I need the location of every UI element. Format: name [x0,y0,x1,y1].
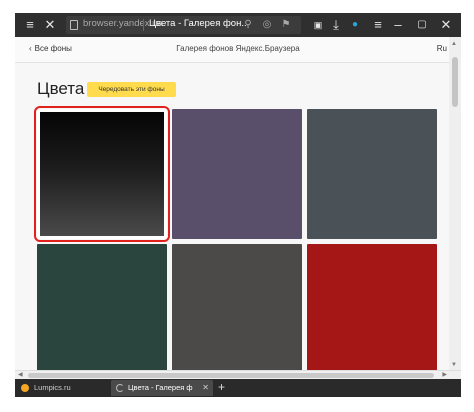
address-separator [143,19,144,31]
settings-menu-icon[interactable]: ≡ [369,16,387,34]
scroll-left-icon[interactable]: ◀ [18,371,23,378]
tab-label: Lumpics.ru [34,383,71,392]
color-tile[interactable] [37,244,167,374]
lumpics-favicon-icon [21,384,29,392]
new-tab-button[interactable]: + [218,379,225,396]
vertical-scrollbar[interactable]: ▲ ▼ [449,37,461,370]
horizontal-scroll-thumb[interactable] [28,373,434,378]
language-switch[interactable]: Ru [437,44,447,53]
menu-icon[interactable]: ≡ [21,16,39,34]
vertical-scroll-thumb[interactable] [452,57,458,107]
color-tile[interactable] [172,244,302,374]
color-tile[interactable] [172,109,302,239]
color-tile[interactable] [307,244,437,374]
scroll-down-icon[interactable]: ▼ [451,362,457,368]
minimize-icon[interactable]: – [389,16,407,34]
browser-window: ≡ ✕ browser.yandex.ua Цвета - Галерея фо… [15,13,461,397]
address-bar[interactable]: browser.yandex.ua Цвета - Галерея фон...… [66,16,301,34]
search-icon[interactable]: ⚲ [242,18,254,32]
loading-spinner-icon [116,384,124,392]
close-icon[interactable]: ✕ [437,16,455,34]
close-tab-icon[interactable]: ✕ [202,383,209,392]
color-tile[interactable] [307,109,437,239]
bookmark-icon[interactable]: ⚑ [280,18,292,32]
address-page-title: Цвета - Галерея фон... [149,18,250,29]
download-icon[interactable]: ⤓ [327,16,345,34]
scroll-up-icon[interactable]: ▲ [451,41,457,47]
page-content: ‹ Все фоны Галерея фонов Яндекс.Браузера … [15,37,461,383]
section-title: Цвета [37,79,85,98]
gallery-header: ‹ Все фоны Галерея фонов Яндекс.Браузера … [15,37,461,63]
alternate-backgrounds-button[interactable]: Чередовать эти фоны [87,82,176,97]
reader-icon[interactable]: ▣ [309,16,327,34]
tab-lumpics[interactable]: Lumpics.ru [18,380,110,396]
tab-bar: Lumpics.ru Цвета - Галерея ф ✕ + [15,379,461,397]
color-tile-selected[interactable] [34,106,170,242]
maximize-icon[interactable]: ▢ [413,16,431,34]
lock-icon [70,20,78,30]
gallery-title: Галерея фонов Яндекс.Браузера [176,44,300,53]
back-icon[interactable]: ✕ [41,16,59,34]
protect-icon[interactable]: ◎ [261,18,273,32]
scroll-right-icon[interactable]: ▶ [442,371,447,378]
tab-gallery[interactable]: Цвета - Галерея ф ✕ [111,380,213,396]
tab-label: Цвета - Галерея ф [128,383,193,392]
browser-titlebar: ≡ ✕ browser.yandex.ua Цвета - Галерея фо… [15,13,461,37]
alice-icon[interactable]: ● [346,16,364,34]
